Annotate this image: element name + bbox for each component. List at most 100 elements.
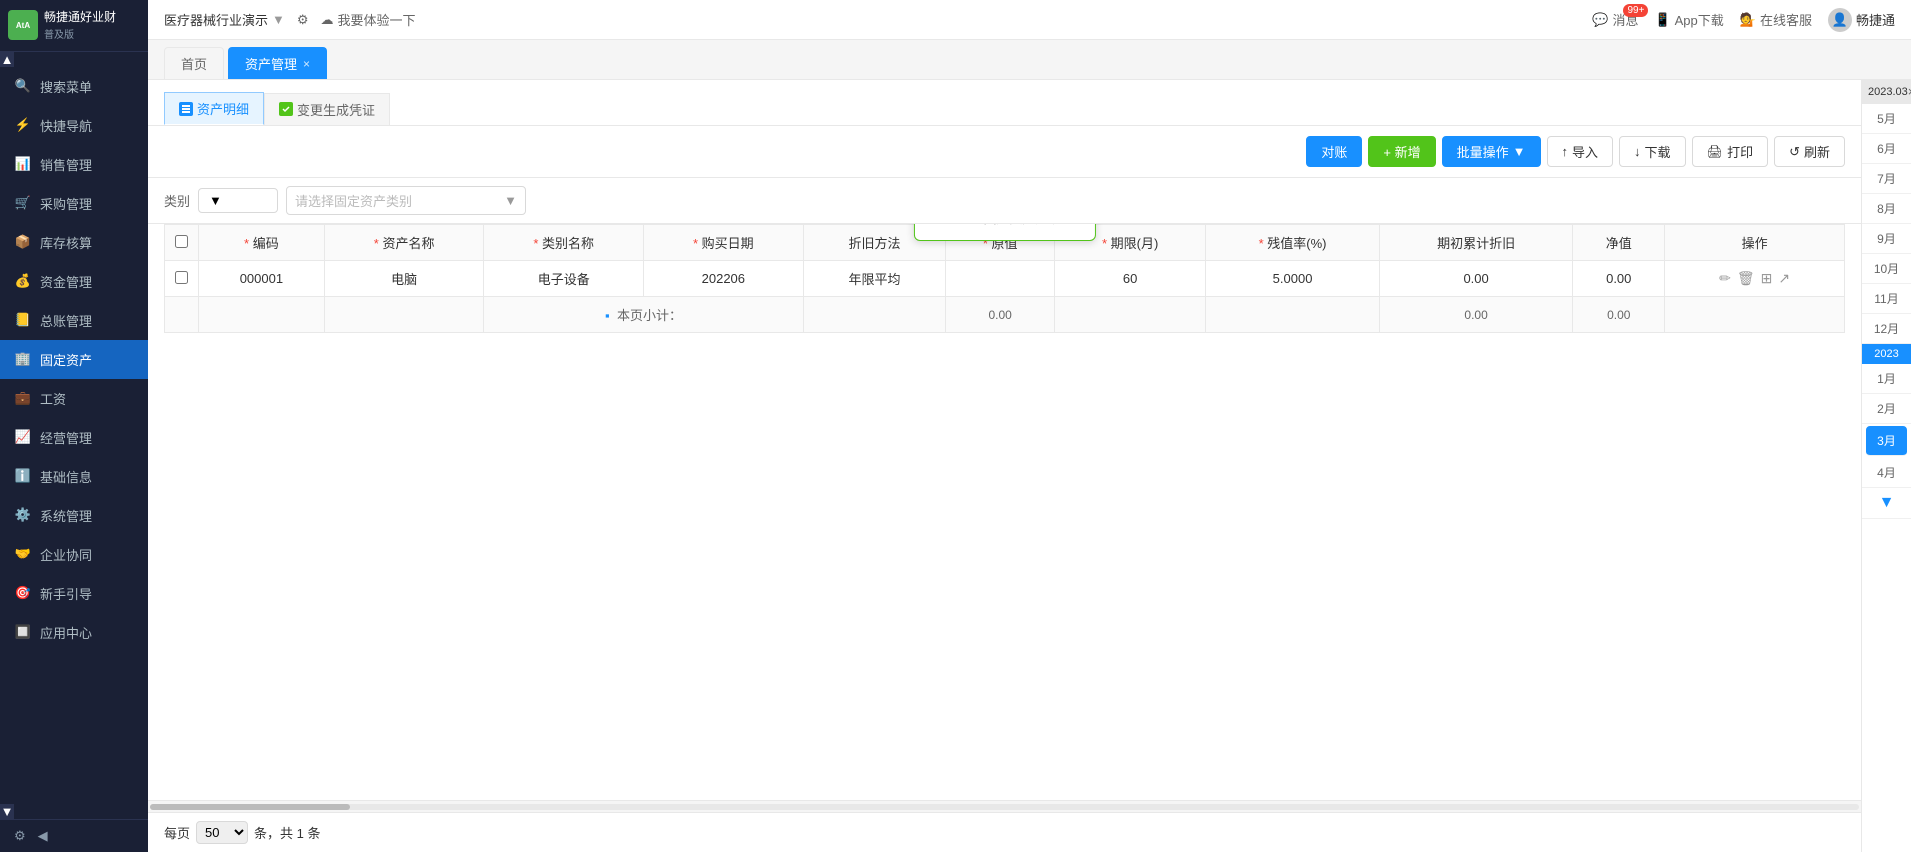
calendar-month-6[interactable]: 6月	[1862, 134, 1911, 164]
print-button[interactable]: 🖨 打印	[1692, 136, 1769, 167]
copy-row-icon[interactable]: ⊞	[1761, 270, 1773, 287]
calendar-scroll-down[interactable]: ▼	[1862, 488, 1911, 519]
row-checkbox[interactable]	[175, 271, 188, 284]
sidebar-item-management[interactable]: 📈 经营管理	[0, 418, 148, 457]
experience-btn[interactable]: ☁ 我要体验一下	[321, 10, 416, 29]
sidebar-item-funds[interactable]: 💰 资金管理	[0, 262, 148, 301]
subtotal-label-cell: ▪ 本页小计：	[484, 297, 803, 333]
filter-placeholder: 请选择固定资产类别	[295, 191, 412, 210]
more-row-icon[interactable]: ↗	[1778, 270, 1790, 287]
edit-row-icon[interactable]: ✏	[1719, 270, 1731, 287]
hscroll-thumb[interactable]	[150, 804, 350, 810]
calendar-month-8[interactable]: 8月	[1862, 194, 1911, 224]
sidebar-item-search[interactable]: 🔍 搜索菜单	[0, 67, 148, 106]
tab-close-icon[interactable]: ×	[303, 57, 310, 71]
sidebar-scroll-up[interactable]: ▲	[0, 52, 14, 67]
filter-asset-category-input[interactable]: 请选择固定资产类别 ▼	[286, 186, 526, 215]
calendar-month-12[interactable]: 12月	[1862, 314, 1911, 344]
messages-btn[interactable]: 💬 消息 99+	[1592, 10, 1638, 29]
batch-ops-button[interactable]: 批量操作 ▼	[1442, 136, 1541, 167]
calendar-month-11[interactable]: 11月	[1862, 284, 1911, 314]
sidebar-item-label: 固定资产	[40, 350, 92, 369]
sidebar-item-sales[interactable]: 📊 销售管理	[0, 145, 148, 184]
duizhang-button[interactable]: 对账	[1306, 136, 1362, 167]
calendar-month-3-current[interactable]: 3月	[1866, 426, 1907, 456]
import-label: 导入	[1572, 142, 1598, 161]
guide-icon: 🎯	[14, 584, 32, 602]
sidebar-item-collab[interactable]: 🤝 企业协同	[0, 535, 148, 574]
collapse-footer-icon[interactable]: ◀	[38, 828, 48, 844]
download-button[interactable]: ↓ 下载	[1619, 136, 1686, 167]
settings-footer-icon[interactable]: ⚙	[14, 828, 26, 844]
sidebar-item-quick-nav[interactable]: ⚡ 快捷导航	[0, 106, 148, 145]
per-page-select[interactable]: 50 100	[196, 821, 248, 844]
refresh-button[interactable]: ↺ 刷新	[1774, 136, 1845, 167]
category-select-arrow: ▼	[209, 193, 222, 208]
navigation-icon: ⚡	[14, 116, 32, 134]
calendar-panel: 2023.03 × ⤢ 5月 6月 7月 8月 9月 10月 11月 12月 2…	[1861, 80, 1911, 852]
toast-message: 清理固定资产成功！	[958, 224, 1075, 227]
sidebar-item-purchase[interactable]: 🛒 采购管理	[0, 184, 148, 223]
table-body: 000001 电脑 电子设备 202206 年限平均 60 5.0000 0.0…	[165, 261, 1845, 333]
message-icon: 💬	[1592, 12, 1608, 28]
calendar-month-4[interactable]: 4月	[1862, 458, 1911, 488]
app-download-btn[interactable]: 📱 App下载	[1654, 10, 1723, 29]
tab-assets[interactable]: 资产管理 ×	[228, 47, 327, 79]
sales-icon: 📊	[14, 155, 32, 173]
sidebar-item-label: 库存核算	[40, 233, 92, 252]
calendar-month-9[interactable]: 9月	[1862, 224, 1911, 254]
delete-row-icon[interactable]: 🗑	[1737, 270, 1755, 287]
online-service-btn[interactable]: 💁 在线客服	[1740, 10, 1812, 29]
company-selector[interactable]: 医疗器械行业演示 ▼	[164, 10, 285, 29]
tab-home-label: 首页	[181, 54, 207, 73]
sidebar-item-salary[interactable]: 💼 工资	[0, 379, 148, 418]
row-depreciation-method: 年限平均	[803, 261, 946, 297]
row-category: 电子设备	[484, 261, 644, 297]
col-purchase-date: * 购买日期	[644, 225, 804, 261]
calendar-month-7[interactable]: 7月	[1862, 164, 1911, 194]
subtab-asset-detail[interactable]: 资产明细	[164, 92, 264, 125]
select-all-header	[165, 225, 199, 261]
new-button[interactable]: + 新增	[1368, 136, 1435, 167]
sidebar-item-label: 工资	[40, 389, 66, 408]
message-badge: 99+	[1623, 4, 1648, 17]
calendar-year-2023: 2023	[1862, 344, 1911, 364]
calendar-month-10[interactable]: 10月	[1862, 254, 1911, 284]
subtab-generate-voucher[interactable]: 变更生成凭证	[264, 93, 390, 125]
sidebar-item-info[interactable]: ℹ️ 基础信息	[0, 457, 148, 496]
app-download-label: App下载	[1675, 10, 1724, 29]
subtab-detail-label: 资产明细	[197, 99, 249, 118]
topbar-gear-icon[interactable]: ⚙	[297, 12, 309, 28]
tab-home[interactable]: 首页	[164, 47, 224, 79]
sidebar-item-inventory[interactable]: 📦 库存核算	[0, 223, 148, 262]
sidebar-item-guide[interactable]: 🎯 新手引导	[0, 574, 148, 613]
sidebar-item-assets[interactable]: 🏢 固定资产	[0, 340, 148, 379]
topbar-right: 💬 消息 99+ 📱 App下载 💁 在线客服 👤 畅捷通	[1592, 8, 1895, 32]
refresh-label: 刷新	[1804, 142, 1830, 161]
horizontal-scrollbar[interactable]	[148, 800, 1861, 812]
sidebar-item-ledger[interactable]: 📒 总账管理	[0, 301, 148, 340]
calendar-month-1[interactable]: 1月	[1862, 364, 1911, 394]
sidebar-scroll-down[interactable]: ▼	[0, 804, 14, 819]
calendar-month-2[interactable]: 2月	[1862, 394, 1911, 424]
calendar-month-5[interactable]: 5月	[1862, 104, 1911, 134]
sidebar-item-apps[interactable]: 🔲 应用中心	[0, 613, 148, 652]
purchase-icon: 🛒	[14, 194, 32, 212]
service-icon: 💁	[1740, 12, 1756, 28]
main-content: 医疗器械行业演示 ▼ ⚙ ☁ 我要体验一下 💬 消息 99+ 📱 App下载 💁…	[148, 0, 1911, 852]
import-button[interactable]: ↑ 导入	[1547, 136, 1614, 167]
logo-text: 畅捷通好业财	[44, 10, 116, 26]
select-all-checkbox[interactable]	[175, 235, 188, 248]
user-menu[interactable]: 👤 畅捷通	[1828, 8, 1895, 32]
download-icon: ↓	[1634, 144, 1641, 159]
sidebar-item-system[interactable]: ⚙️ 系统管理	[0, 496, 148, 535]
subtabs: 资产明细 变更生成凭证	[148, 80, 1861, 126]
filter-category-select[interactable]: ▼	[198, 188, 278, 213]
logo-icon: AtA	[8, 10, 38, 40]
inventory-icon: 📦	[14, 233, 32, 251]
sidebar-item-label: 销售管理	[40, 155, 92, 174]
cloud-icon: ☁	[321, 12, 334, 28]
subtab-icon-voucher	[279, 102, 293, 116]
subtotal-empty5	[1206, 297, 1380, 333]
sidebar-item-label: 企业协同	[40, 545, 92, 564]
